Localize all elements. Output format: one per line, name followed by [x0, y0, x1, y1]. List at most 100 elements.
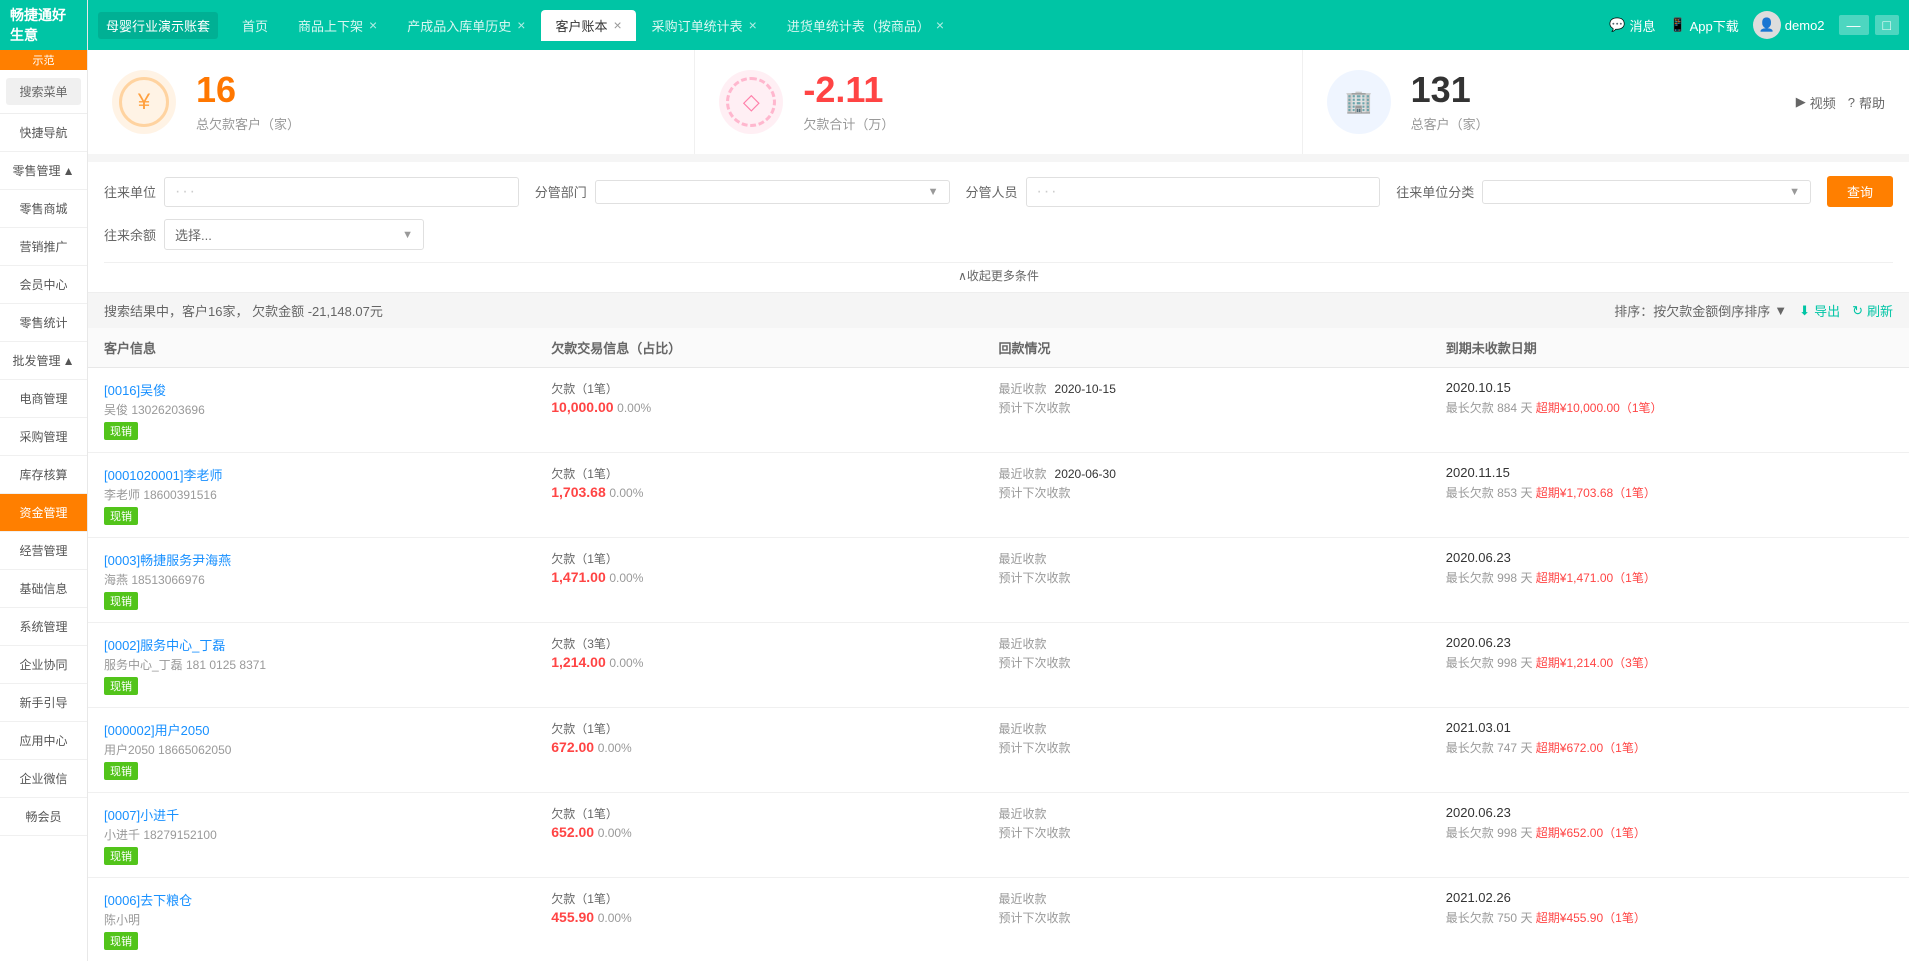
sidebar-item-ecommerce[interactable]: 电商管理: [0, 380, 87, 418]
overdue-amount-link[interactable]: 超期¥1,703.68（1笔）: [1536, 486, 1656, 500]
sidebar-item-operations[interactable]: 经营管理: [0, 532, 87, 570]
message-button[interactable]: 💬 消息: [1609, 16, 1655, 35]
sidebar-item-system[interactable]: 系统管理: [0, 608, 87, 646]
customer-name-link[interactable]: [0016]吴俊: [104, 380, 551, 399]
sidebar-item-basic-info[interactable]: 基础信息: [0, 570, 87, 608]
debt-percent: 0.00%: [609, 656, 643, 670]
sidebar-item-member[interactable]: 会员中心: [0, 266, 87, 304]
customer-name-link[interactable]: [0007]小进千: [104, 805, 551, 824]
due-date: 2020.06.23: [1446, 550, 1893, 565]
customer-tag: 现销: [104, 592, 138, 610]
sidebar-item-shortcut[interactable]: 快捷导航: [0, 114, 87, 152]
filter-input-customer[interactable]: ···: [164, 177, 519, 207]
overdue-amount-link[interactable]: 超期¥10,000.00（1笔）: [1536, 401, 1663, 415]
collapse-label: 收起更多条件: [967, 267, 1039, 284]
customer-phone: 海燕 18513066976: [104, 571, 551, 588]
recovery-next-label: 预计下次收款: [999, 739, 1071, 756]
sidebar-item-label: 零售统计: [19, 316, 67, 330]
customer-name-link[interactable]: [0001020001]李老师: [104, 465, 551, 484]
filter-select-balance[interactable]: 选择... ▼: [164, 219, 424, 250]
stat-number-debt: -2.11: [803, 72, 894, 108]
recovery-next: 预计下次收款: [999, 569, 1446, 586]
sidebar-item-apps[interactable]: 应用中心: [0, 722, 87, 760]
sidebar-item-retail-stats[interactable]: 零售统计: [0, 304, 87, 342]
maximize-button[interactable]: □: [1875, 15, 1899, 35]
debt-amount-row: 652.00 0.00%: [551, 824, 998, 840]
debt-icon: ◇: [726, 77, 776, 127]
user-menu[interactable]: 👤 demo2: [1753, 11, 1825, 39]
tab-close-icon[interactable]: ×: [749, 17, 757, 33]
debt-amount: 1,214.00: [551, 654, 606, 670]
dots-icon: ···: [175, 183, 197, 201]
avatar: 👤: [1753, 11, 1781, 39]
tab-customer-ledger[interactable]: 客户账本 ×: [541, 10, 635, 41]
sidebar-brand[interactable]: 示范: [0, 50, 87, 70]
sidebar-item-enterprise[interactable]: 企业协同: [0, 646, 87, 684]
search-menu-button[interactable]: 搜索菜单: [6, 78, 81, 105]
minimize-button[interactable]: —: [1839, 15, 1869, 35]
filter-select-dept[interactable]: ▼: [595, 180, 950, 204]
industry-title[interactable]: 母婴行业演示账套: [98, 12, 218, 39]
table-row: [0002]服务中心_丁磊 服务中心_丁磊 181 0125 8371 现销 欠…: [88, 623, 1909, 708]
sort-button[interactable]: 排序：按欠款金额倒序排序 ▼: [1614, 301, 1787, 320]
tab-home[interactable]: 首页: [228, 10, 282, 41]
search-button[interactable]: 查询: [1827, 176, 1893, 207]
customer-info-cell: [0002]服务中心_丁磊 服务中心_丁磊 181 0125 8371 现销: [104, 635, 551, 695]
overdue-amount-link[interactable]: 超期¥672.00（1笔）: [1536, 741, 1646, 755]
sidebar-item-inventory[interactable]: 库存核算: [0, 456, 87, 494]
tab-product-listing[interactable]: 商品上下架 ×: [284, 10, 391, 41]
tab-purchase-stats[interactable]: 采购订单统计表 ×: [638, 10, 771, 41]
sidebar-item-retail-mgmt[interactable]: 零售管理 ▲: [0, 152, 87, 190]
sidebar-item-newbie[interactable]: 新手引导: [0, 684, 87, 722]
sidebar-item-retail-mall[interactable]: 零售商城: [0, 190, 87, 228]
sidebar: 畅捷通好生意 示范 搜索菜单 快捷导航 零售管理 ▲ 零售商城 营销推广 会员中…: [0, 0, 88, 961]
tab-purchase-list-stats[interactable]: 进货单统计表（按商品） ×: [773, 10, 958, 41]
chevron-down-icon: ▲: [63, 354, 75, 368]
help-button[interactable]: ? 帮助: [1848, 93, 1885, 112]
recovery-latest-label: 最近收款: [999, 720, 1047, 737]
recovery-latest: 最近收款: [999, 805, 1446, 822]
debt-amount: 672.00: [551, 739, 594, 755]
customer-name-link[interactable]: [000002]用户2050: [104, 720, 551, 739]
filter-item-customer: 往来单位 ···: [104, 177, 519, 207]
tab-close-icon[interactable]: ×: [517, 17, 525, 33]
customer-name-link[interactable]: [0002]服务中心_丁磊: [104, 635, 551, 654]
customer-tag: 现销: [104, 507, 138, 525]
overdue-amount-link[interactable]: 超期¥652.00（1笔）: [1536, 826, 1646, 840]
filter-item-person: 分管人员 ···: [966, 177, 1381, 207]
debt-percent: 0.00%: [598, 741, 632, 755]
customer-name-link[interactable]: [0006]去下粮仓: [104, 890, 551, 909]
sidebar-item-finance[interactable]: 资金管理: [0, 494, 87, 532]
sidebar-item-member-plus[interactable]: 畅会员: [0, 798, 87, 836]
tab-finished-goods[interactable]: 产成品入库单历史 ×: [393, 10, 539, 41]
filter-input-person[interactable]: ···: [1026, 177, 1381, 207]
overdue-amount-link[interactable]: 超期¥1,214.00（3笔）: [1536, 656, 1656, 670]
tab-close-icon[interactable]: ×: [936, 17, 944, 33]
customer-tag: 现销: [104, 762, 138, 780]
filter-row-1: 往来单位 ··· 分管部门 ▼ 分管人员: [104, 176, 1893, 207]
tab-close-icon[interactable]: ×: [369, 17, 377, 33]
app-download-button[interactable]: 📱 App下载: [1669, 16, 1738, 35]
customer-name-link[interactable]: [0003]畅捷服务尹海燕: [104, 550, 551, 569]
video-button[interactable]: ▶ 视频: [1796, 93, 1836, 112]
tab-label: 进货单统计表（按商品）: [787, 16, 930, 35]
stat-card-actions: ▶ 视频 ? 帮助: [1796, 93, 1885, 112]
table-row: [000002]用户2050 用户2050 18665062050 现销 欠款（…: [88, 708, 1909, 793]
debt-info-cell: 欠款（1笔） 455.90 0.00%: [551, 890, 998, 925]
filter-select-category[interactable]: ▼: [1482, 180, 1811, 204]
customer-info-cell: [0007]小进千 小进千 18279152100 现销: [104, 805, 551, 865]
overdue-amount-link[interactable]: 超期¥455.90（1笔）: [1536, 911, 1646, 925]
recovery-next-label: 预计下次收款: [999, 909, 1071, 926]
overdue-amount-link[interactable]: 超期¥1,471.00（1笔）: [1536, 571, 1656, 585]
export-button[interactable]: ⬇ 导出: [1799, 301, 1840, 320]
sidebar-item-wholesale[interactable]: 批发管理 ▲: [0, 342, 87, 380]
due-date-cell: 2021.02.26 最长欠款 750 天 超期¥455.90（1笔）: [1446, 890, 1893, 926]
collapse-filters-button[interactable]: ∧ 收起更多条件: [104, 262, 1893, 292]
stat-icon-building: 🏢: [1327, 70, 1391, 134]
sidebar-item-enterprise-wechat[interactable]: 企业微信: [0, 760, 87, 798]
sidebar-item-purchase[interactable]: 采购管理: [0, 418, 87, 456]
tab-label: 首页: [242, 16, 268, 35]
refresh-button[interactable]: ↻ 刷新: [1852, 301, 1893, 320]
tab-close-icon[interactable]: ×: [613, 17, 621, 33]
sidebar-item-marketing[interactable]: 营销推广: [0, 228, 87, 266]
